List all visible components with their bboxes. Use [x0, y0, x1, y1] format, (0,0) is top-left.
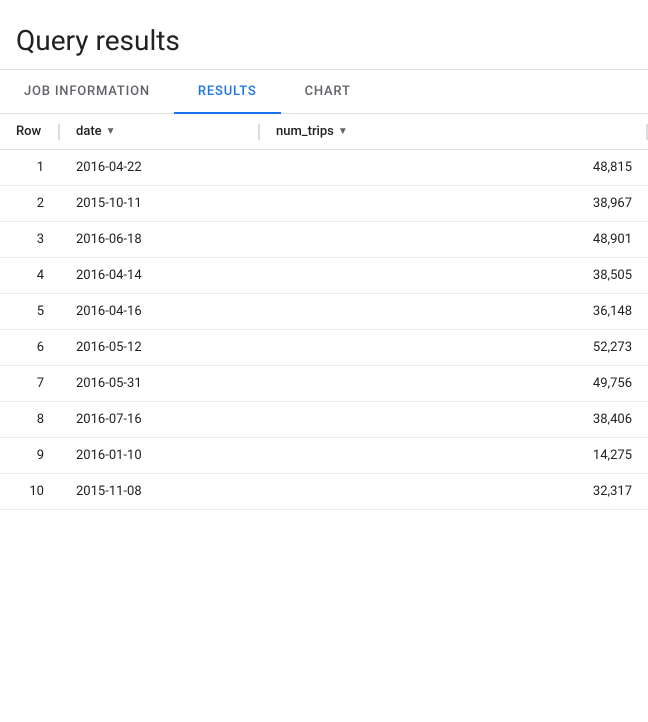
- cell-date: 2016-04-14: [60, 258, 260, 294]
- cell-date: 2016-04-22: [60, 150, 260, 186]
- cell-num-trips: 38,406: [260, 402, 648, 438]
- cell-num-trips: 49,756: [260, 366, 648, 402]
- table-row: 52016-04-1636,148: [0, 294, 648, 330]
- cell-date: 2016-05-31: [60, 366, 260, 402]
- cell-row-num: 1: [0, 150, 60, 186]
- cell-num-trips: 36,148: [260, 294, 648, 330]
- tab-job-information[interactable]: JOB INFORMATION: [0, 70, 174, 113]
- col-header-row: Row: [0, 114, 60, 150]
- table-row: 12016-04-2248,815: [0, 150, 648, 186]
- cell-row-num: 3: [0, 222, 60, 258]
- sort-arrow-num-trips: ▼: [338, 126, 348, 137]
- col-header-date[interactable]: date ▼: [60, 114, 260, 150]
- cell-date: 2015-11-08: [60, 474, 260, 510]
- cell-row-num: 9: [0, 438, 60, 474]
- cell-date: 2016-05-12: [60, 330, 260, 366]
- cell-num-trips: 32,317: [260, 474, 648, 510]
- table-body: 12016-04-2248,81522015-10-1138,96732016-…: [0, 150, 648, 510]
- table-row: 22015-10-1138,967: [0, 186, 648, 222]
- cell-date: 2015-10-11: [60, 186, 260, 222]
- cell-num-trips: 14,275: [260, 438, 648, 474]
- cell-num-trips: 48,815: [260, 150, 648, 186]
- cell-row-num: 4: [0, 258, 60, 294]
- cell-num-trips: 52,273: [260, 330, 648, 366]
- cell-num-trips: 48,901: [260, 222, 648, 258]
- table-row: 72016-05-3149,756: [0, 366, 648, 402]
- table-row: 32016-06-1848,901: [0, 222, 648, 258]
- results-table-container: Row date ▼ num_trips ▼: [0, 114, 648, 510]
- tab-chart[interactable]: CHART: [281, 70, 375, 113]
- page-header: Query results: [0, 0, 648, 69]
- cell-num-trips: 38,967: [260, 186, 648, 222]
- page-title: Query results: [16, 24, 632, 57]
- tabs-bar: JOB INFORMATION RESULTS CHART: [0, 70, 648, 114]
- cell-row-num: 2: [0, 186, 60, 222]
- cell-date: 2016-01-10: [60, 438, 260, 474]
- cell-date: 2016-06-18: [60, 222, 260, 258]
- cell-row-num: 7: [0, 366, 60, 402]
- cell-row-num: 10: [0, 474, 60, 510]
- table-header-row: Row date ▼ num_trips ▼: [0, 114, 648, 150]
- cell-row-num: 6: [0, 330, 60, 366]
- table-row: 62016-05-1252,273: [0, 330, 648, 366]
- table-row: 82016-07-1638,406: [0, 402, 648, 438]
- sort-arrow-date: ▼: [106, 126, 116, 137]
- cell-date: 2016-04-16: [60, 294, 260, 330]
- cell-row-num: 5: [0, 294, 60, 330]
- results-table: Row date ▼ num_trips ▼: [0, 114, 648, 510]
- col-header-num-trips[interactable]: num_trips ▼: [260, 114, 648, 150]
- cell-row-num: 8: [0, 402, 60, 438]
- cell-num-trips: 38,505: [260, 258, 648, 294]
- table-row: 102015-11-0832,317: [0, 474, 648, 510]
- table-row: 42016-04-1438,505: [0, 258, 648, 294]
- cell-date: 2016-07-16: [60, 402, 260, 438]
- table-row: 92016-01-1014,275: [0, 438, 648, 474]
- tab-results[interactable]: RESULTS: [174, 70, 281, 113]
